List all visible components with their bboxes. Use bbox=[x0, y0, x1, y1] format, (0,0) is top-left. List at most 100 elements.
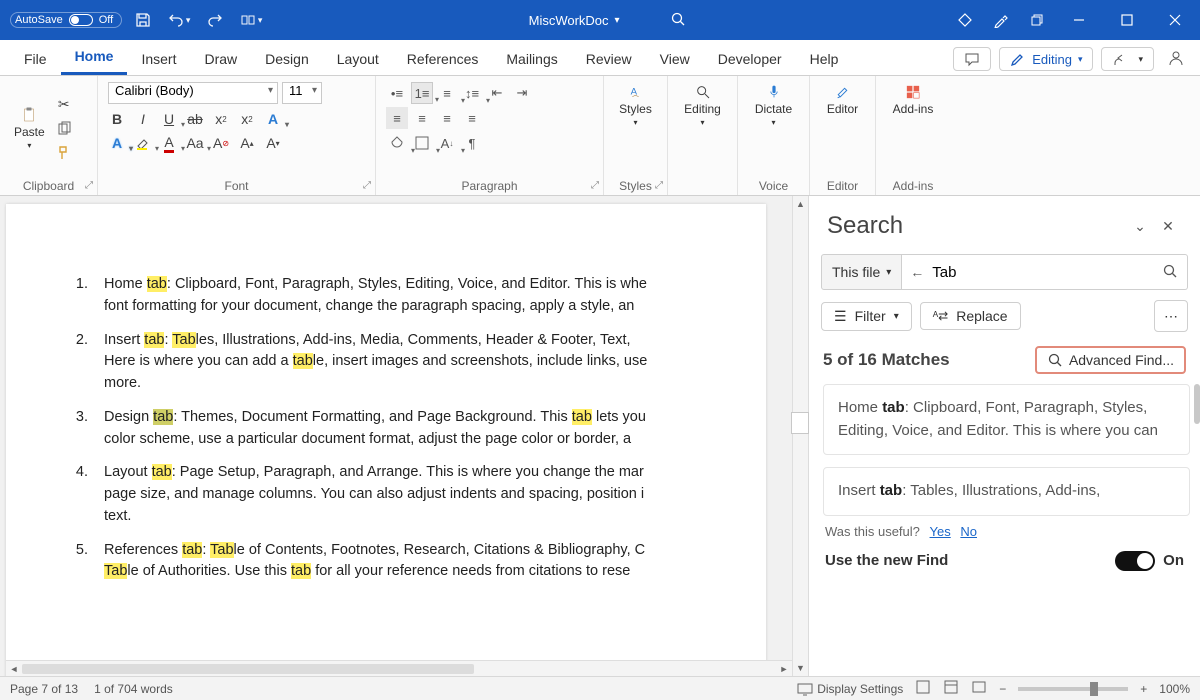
align-center-icon[interactable]: ≡ bbox=[411, 107, 433, 129]
justify-icon[interactable]: ≡ bbox=[461, 107, 483, 129]
window-restore-icon[interactable] bbox=[1020, 0, 1054, 40]
advanced-find-button[interactable]: Advanced Find... bbox=[1035, 346, 1186, 374]
decrease-indent-icon[interactable]: ⇤ bbox=[486, 82, 508, 104]
paragraph-launcher-icon[interactable]: ⤢ bbox=[591, 180, 599, 191]
font-color-icon[interactable]: A bbox=[160, 134, 178, 152]
text-effects-icon[interactable]: A bbox=[264, 110, 282, 128]
subscript-icon[interactable]: x2 bbox=[212, 110, 230, 128]
borders-icon[interactable] bbox=[411, 132, 433, 154]
cut-icon[interactable]: ✂ bbox=[55, 96, 73, 114]
tab-draw[interactable]: Draw bbox=[190, 43, 251, 75]
focus-view-icon[interactable] bbox=[915, 679, 931, 698]
search-icon[interactable] bbox=[670, 11, 686, 30]
strikethrough-icon[interactable]: ab bbox=[186, 110, 204, 128]
close-button[interactable] bbox=[1152, 0, 1198, 40]
align-right-icon[interactable]: ≡ bbox=[436, 107, 458, 129]
bullets-icon[interactable]: •≡ bbox=[386, 82, 408, 104]
more-options-icon[interactable]: ⋯ bbox=[1154, 300, 1188, 332]
feedback-no-link[interactable]: No bbox=[960, 524, 977, 539]
shading-icon[interactable] bbox=[386, 132, 408, 154]
grow-font-icon[interactable]: A▴ bbox=[238, 134, 256, 152]
superscript-icon[interactable]: x2 bbox=[238, 110, 256, 128]
status-page[interactable]: Page 7 of 13 bbox=[10, 682, 78, 696]
font-name-combo[interactable]: Calibri (Body) bbox=[108, 82, 278, 104]
tab-references[interactable]: References bbox=[393, 43, 493, 75]
align-left-icon[interactable]: ≡ bbox=[386, 107, 408, 129]
scroll-up-icon[interactable]: ▲ bbox=[793, 196, 808, 212]
scroll-left-icon[interactable]: ◄ bbox=[6, 664, 22, 674]
highlight-icon[interactable] bbox=[134, 134, 152, 152]
qat-overflow-icon[interactable]: ▾ bbox=[236, 12, 266, 28]
zoom-level[interactable]: 100% bbox=[1159, 682, 1190, 696]
sort-icon[interactable]: A↓ bbox=[436, 132, 458, 154]
replace-button[interactable]: ᴬ⇄Replace bbox=[920, 302, 1021, 330]
document-area[interactable]: 1. Home tab: Clipboard, Font, Paragraph,… bbox=[0, 196, 792, 676]
tab-home[interactable]: Home bbox=[61, 40, 128, 75]
vertical-scrollbar[interactable]: ▲ ▼ bbox=[792, 196, 808, 676]
tab-design[interactable]: Design bbox=[251, 43, 323, 75]
clear-formatting-icon[interactable]: A⊘ bbox=[212, 134, 230, 152]
editing-mode-button[interactable]: Editing▾ bbox=[999, 47, 1093, 71]
search-back-icon[interactable]: ← bbox=[902, 264, 932, 280]
web-view-icon[interactable] bbox=[971, 679, 987, 698]
editing-button[interactable]: Editing▾ bbox=[678, 80, 727, 131]
search-result[interactable]: Home tab: Clipboard, Font, Paragraph, St… bbox=[823, 384, 1190, 455]
underline-icon[interactable]: U bbox=[160, 110, 178, 128]
styles-launcher-icon[interactable]: ⤢ bbox=[655, 180, 663, 191]
font-launcher-icon[interactable]: ⤢ bbox=[363, 180, 371, 191]
status-words[interactable]: 1 of 704 words bbox=[94, 682, 173, 696]
redo-icon[interactable] bbox=[200, 12, 230, 28]
search-scope-dropdown[interactable]: This file▾ bbox=[821, 254, 902, 290]
search-result[interactable]: Insert tab: Tables, Illustrations, Add-i… bbox=[823, 467, 1190, 516]
comments-button[interactable] bbox=[953, 47, 991, 71]
tab-insert[interactable]: Insert bbox=[127, 43, 190, 75]
feedback-yes-link[interactable]: Yes bbox=[930, 524, 951, 539]
zoom-out-icon[interactable]: − bbox=[999, 682, 1006, 696]
autosave-toggle[interactable]: AutoSave Off bbox=[10, 12, 122, 28]
print-view-icon[interactable] bbox=[943, 679, 959, 698]
minimize-button[interactable] bbox=[1056, 0, 1102, 40]
split-handle-icon[interactable] bbox=[791, 412, 809, 434]
shrink-font-icon[interactable]: A▾ bbox=[264, 134, 282, 152]
share-button[interactable]: ▾ bbox=[1101, 47, 1154, 71]
save-icon[interactable] bbox=[128, 12, 158, 28]
copy-icon[interactable] bbox=[55, 120, 73, 138]
results-scrollbar[interactable] bbox=[1194, 384, 1200, 424]
account-icon[interactable] bbox=[1162, 50, 1190, 69]
font-size-combo[interactable]: 11 bbox=[282, 82, 322, 104]
chevron-down-icon[interactable]: ⌄ bbox=[1126, 212, 1154, 240]
undo-icon[interactable]: ▾ bbox=[164, 12, 194, 28]
scroll-right-icon[interactable]: ► bbox=[776, 664, 792, 674]
diamond-icon[interactable] bbox=[948, 0, 982, 40]
editor-button[interactable]: Editor bbox=[820, 80, 865, 120]
tab-help[interactable]: Help bbox=[796, 43, 853, 75]
new-find-toggle[interactable] bbox=[1115, 551, 1155, 571]
tab-layout[interactable]: Layout bbox=[323, 43, 393, 75]
bold-icon[interactable]: B bbox=[108, 110, 126, 128]
tab-mailings[interactable]: Mailings bbox=[492, 43, 571, 75]
horizontal-scrollbar[interactable]: ◄ ► bbox=[6, 660, 792, 676]
maximize-button[interactable] bbox=[1104, 0, 1150, 40]
addins-button[interactable]: Add-ins bbox=[886, 80, 940, 120]
dictate-button[interactable]: Dictate▾ bbox=[748, 80, 799, 131]
filter-button[interactable]: ☰Filter▾ bbox=[821, 302, 912, 331]
styles-button[interactable]: A Styles▾ bbox=[614, 80, 657, 131]
clipboard-launcher-icon[interactable]: ⤢ bbox=[85, 180, 93, 191]
search-go-icon[interactable] bbox=[1153, 263, 1187, 282]
search-input[interactable] bbox=[932, 264, 1153, 281]
format-painter-icon[interactable] bbox=[55, 144, 73, 162]
multilevel-icon[interactable]: ≡ bbox=[436, 82, 458, 104]
tab-file[interactable]: File bbox=[10, 43, 61, 75]
tab-developer[interactable]: Developer bbox=[704, 43, 796, 75]
tab-review[interactable]: Review bbox=[572, 43, 646, 75]
tab-view[interactable]: View bbox=[646, 43, 704, 75]
numbering-icon[interactable]: 1≡ bbox=[411, 82, 433, 104]
eyedropper-icon[interactable] bbox=[984, 0, 1018, 40]
zoom-slider[interactable] bbox=[1018, 687, 1128, 691]
scroll-down-icon[interactable]: ▼ bbox=[793, 660, 808, 676]
show-marks-icon[interactable]: ¶ bbox=[461, 132, 483, 154]
close-pane-icon[interactable]: ✕ bbox=[1154, 212, 1182, 240]
change-case-icon[interactable]: Aa bbox=[186, 134, 204, 152]
document-title[interactable]: MiscWorkDoc▾ bbox=[529, 13, 620, 28]
increase-indent-icon[interactable]: ⇥ bbox=[511, 82, 533, 104]
